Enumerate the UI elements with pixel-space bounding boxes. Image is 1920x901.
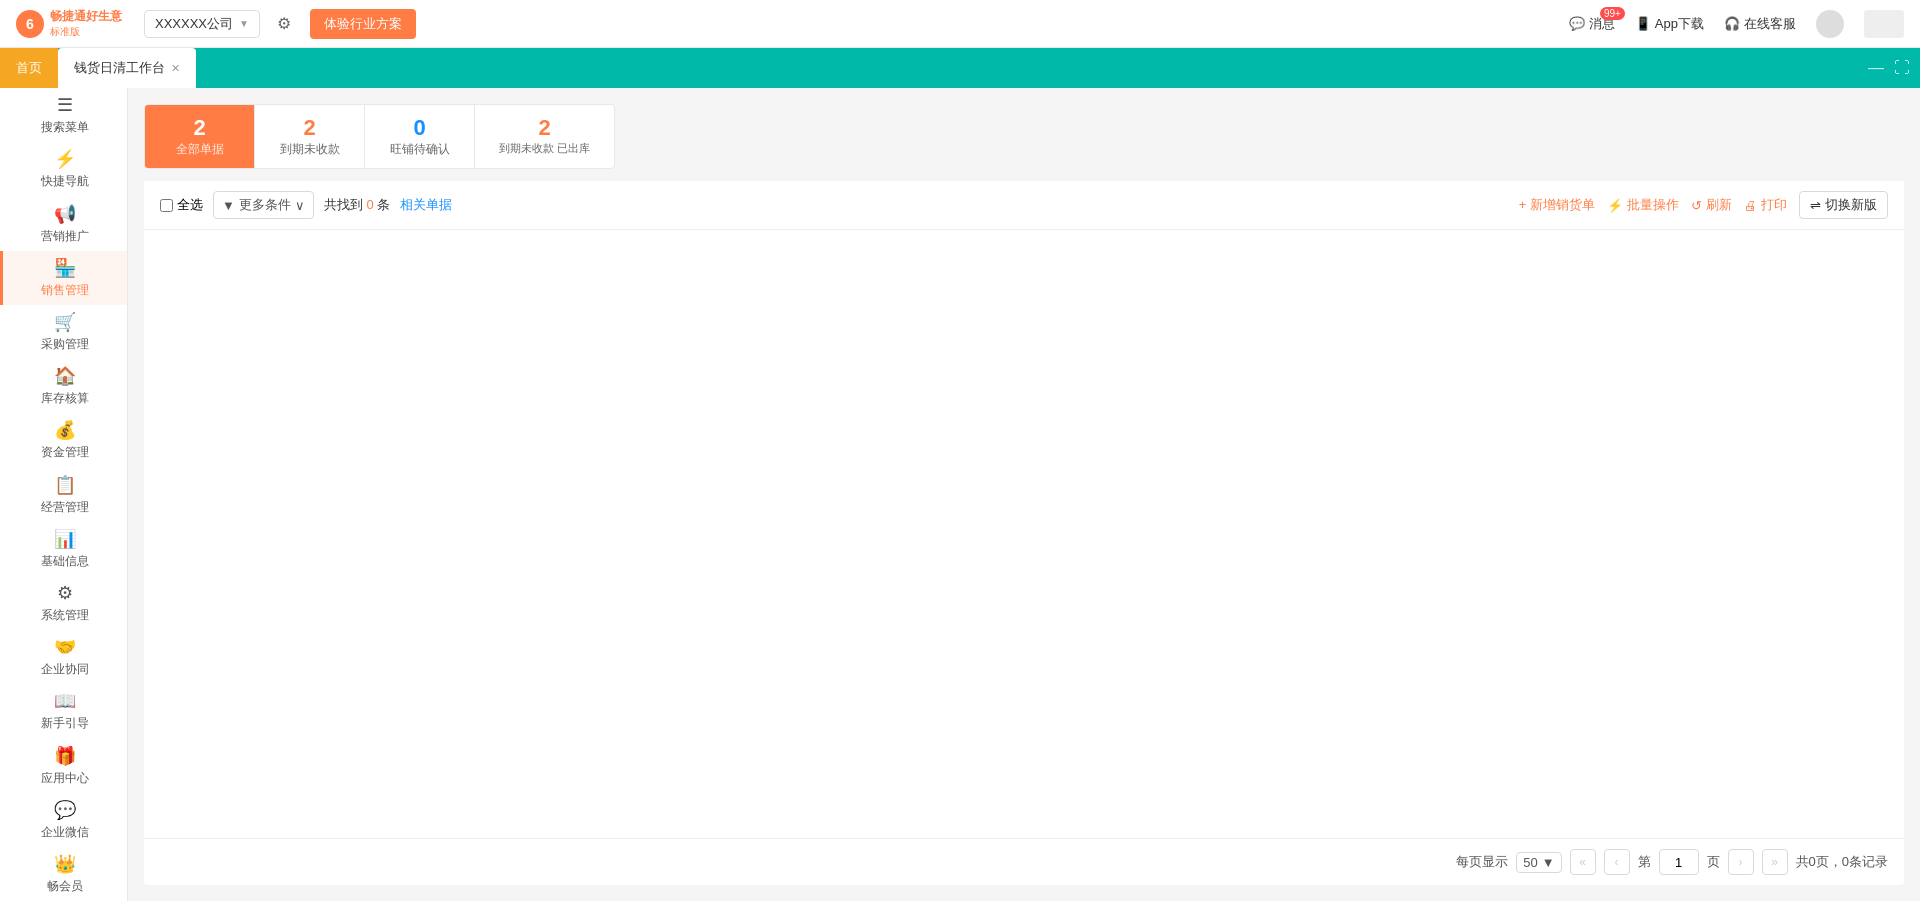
minimize-icon[interactable]: — xyxy=(1868,59,1884,77)
company-selector[interactable]: XXXXXX公司 ▼ xyxy=(144,10,260,38)
sidebar-item-app-center[interactable]: 🎁 应用中心 xyxy=(0,738,127,792)
sidebar-item-basic-info[interactable]: 📊 基础信息 xyxy=(0,522,127,576)
tab-home[interactable]: 首页 xyxy=(0,48,58,88)
first-page-button[interactable]: « xyxy=(1570,849,1596,875)
finance-icon: 💰 xyxy=(54,419,76,441)
gear-icon: ⚙ xyxy=(277,14,291,33)
sales-icon: 🏪 xyxy=(54,257,76,279)
header-right: 💬 消息 99+ 📱 App下载 🎧 在线客服 xyxy=(1569,10,1904,38)
stats-tabs: 2 全部单据 2 到期未收款 0 旺铺待确认 2 到期未收款 已出库 xyxy=(144,104,615,169)
prev-page-button[interactable]: ‹ xyxy=(1604,849,1630,875)
page-size-select[interactable]: 50 ▼ xyxy=(1516,852,1561,873)
app-center-icon: 🎁 xyxy=(54,745,76,767)
print-button[interactable]: 🖨 打印 xyxy=(1744,196,1787,214)
guide-icon: 📖 xyxy=(54,690,76,712)
nav-right-actions: — ⛶ xyxy=(1868,59,1920,77)
related-orders-button[interactable]: 相关单据 xyxy=(400,196,452,214)
sidebar-item-finance[interactable]: 💰 资金管理 xyxy=(0,413,127,467)
messages-button[interactable]: 💬 消息 99+ xyxy=(1569,15,1615,33)
stats-tab-overdue[interactable]: 2 到期未收款 xyxy=(255,105,365,168)
pagination: 每页显示 50 ▼ « ‹ 第 页 › » 共0页，0条记录 xyxy=(144,838,1904,885)
sidebar-item-quick-nav[interactable]: ⚡ 快捷导航 xyxy=(0,142,127,196)
sidebar-item-purchase[interactable]: 🛒 采购管理 xyxy=(0,305,127,359)
sidebar-item-sales[interactable]: 🏪 销售管理 xyxy=(0,251,127,305)
batch-icon: ⚡ xyxy=(1607,198,1623,213)
logo-text: 畅捷通好生意 标准版 xyxy=(50,8,122,39)
quick-nav-icon: ⚡ xyxy=(54,148,76,170)
last-page-button[interactable]: » xyxy=(1762,849,1788,875)
message-badge: 99+ xyxy=(1600,7,1625,20)
nav-tabs: 首页 钱货日清工作台 ✕ — ⛶ xyxy=(0,48,1920,88)
sidebar-item-enterprise[interactable]: 🤝 企业协同 xyxy=(0,630,127,684)
toolbar-right: + 新增销货单 ⚡ 批量操作 ↺ 刷新 🖨 打印 ⇌ xyxy=(1519,191,1888,219)
more-filter-button[interactable]: ▼ 更多条件 ∨ xyxy=(213,191,314,219)
dropdown-arrow-icon: ▼ xyxy=(239,18,249,29)
main-layout: ☰ 搜索菜单 ⚡ 快捷导航 📢 营销推广 🏪 销售管理 🛒 采购管理 🏠 库存核… xyxy=(0,88,1920,901)
search-menu-icon: ☰ xyxy=(57,94,73,116)
wechat-icon: 💬 xyxy=(54,799,76,821)
app-download-button[interactable]: 📱 App下载 xyxy=(1635,15,1704,33)
system-icon: ⚙ xyxy=(57,582,73,604)
settings-button[interactable]: ⚙ xyxy=(268,8,300,40)
member-icon: 👑 xyxy=(54,853,76,875)
sidebar-item-operations[interactable]: 📋 经营管理 xyxy=(0,467,127,521)
sidebar-item-wechat[interactable]: 💬 企业微信 xyxy=(0,793,127,847)
stats-tab-all[interactable]: 2 全部单据 xyxy=(145,105,255,168)
content-area: 2 全部单据 2 到期未收款 0 旺铺待确认 2 到期未收款 已出库 xyxy=(128,88,1920,901)
table-area: 全选 ▼ 更多条件 ∨ 共找到 0 条 相关单据 + 新增销货单 xyxy=(144,181,1904,885)
toolbar-left: 全选 ▼ 更多条件 ∨ 共找到 0 条 相关单据 xyxy=(160,191,452,219)
found-count-text: 共找到 0 条 xyxy=(324,196,390,214)
filter-icon: ▼ xyxy=(222,198,235,213)
enterprise-icon: 🤝 xyxy=(54,636,76,658)
online-service-button[interactable]: 🎧 在线客服 xyxy=(1724,15,1796,33)
refresh-button[interactable]: ↺ 刷新 xyxy=(1691,196,1732,214)
select-all-input[interactable] xyxy=(160,199,173,212)
page-number-input[interactable] xyxy=(1659,849,1699,875)
tab-qianhuoqingong[interactable]: 钱货日清工作台 ✕ xyxy=(58,48,196,88)
total-records-text: 共0页，0条记录 xyxy=(1796,853,1888,871)
switch-version-button[interactable]: ⇌ 切换新版 xyxy=(1799,191,1888,219)
headset-icon: 🎧 xyxy=(1724,16,1740,31)
inventory-icon: 🏠 xyxy=(54,365,76,387)
avatar[interactable] xyxy=(1816,10,1844,38)
add-sales-order-button[interactable]: + 新增销货单 xyxy=(1519,196,1595,214)
stats-tab-wangpu[interactable]: 0 旺铺待确认 xyxy=(365,105,475,168)
sidebar-item-marketing[interactable]: 📢 营销推广 xyxy=(0,196,127,250)
sidebar-item-system[interactable]: ⚙ 系统管理 xyxy=(0,576,127,630)
chevron-down-icon: ∨ xyxy=(295,198,305,213)
refresh-icon: ↺ xyxy=(1691,198,1702,213)
message-icon: 💬 xyxy=(1569,16,1585,31)
top-header: 6 畅捷通好生意 标准版 XXXXXX公司 ▼ ⚙ 体验行业方案 💬 消息 99… xyxy=(0,0,1920,48)
expand-icon[interactable]: ⛶ xyxy=(1894,59,1910,77)
sidebar-item-inventory[interactable]: 🏠 库存核算 xyxy=(0,359,127,413)
sidebar-item-search-menu[interactable]: ☰ 搜索菜单 xyxy=(0,88,127,142)
trial-button[interactable]: 体验行业方案 xyxy=(310,9,416,39)
print-icon: 🖨 xyxy=(1744,198,1757,213)
sidebar-item-member[interactable]: 👑 畅会员 xyxy=(0,847,127,901)
stats-tab-overdue-shipped[interactable]: 2 到期未收款 已出库 xyxy=(475,105,614,168)
select-all-checkbox[interactable]: 全选 xyxy=(160,196,203,214)
switch-icon: ⇌ xyxy=(1810,198,1821,213)
table-empty-area xyxy=(144,230,1904,838)
close-tab-icon[interactable]: ✕ xyxy=(171,62,180,75)
page-size-arrow-icon: ▼ xyxy=(1542,855,1555,870)
logo-icon: 6 xyxy=(16,10,44,38)
purchase-icon: 🛒 xyxy=(54,311,76,333)
toolbar: 全选 ▼ 更多条件 ∨ 共找到 0 条 相关单据 + 新增销货单 xyxy=(144,181,1904,230)
user-name[interactable] xyxy=(1864,10,1904,38)
sidebar-item-guide[interactable]: 📖 新手引导 xyxy=(0,684,127,738)
operations-icon: 📋 xyxy=(54,474,76,496)
basic-info-icon: 📊 xyxy=(54,528,76,550)
batch-operation-button[interactable]: ⚡ 批量操作 xyxy=(1607,196,1679,214)
sidebar: ☰ 搜索菜单 ⚡ 快捷导航 📢 营销推广 🏪 销售管理 🛒 采购管理 🏠 库存核… xyxy=(0,88,128,901)
logo-area: 6 畅捷通好生意 标准版 xyxy=(16,8,144,39)
phone-icon: 📱 xyxy=(1635,16,1651,31)
marketing-icon: 📢 xyxy=(54,203,76,225)
next-page-button[interactable]: › xyxy=(1728,849,1754,875)
